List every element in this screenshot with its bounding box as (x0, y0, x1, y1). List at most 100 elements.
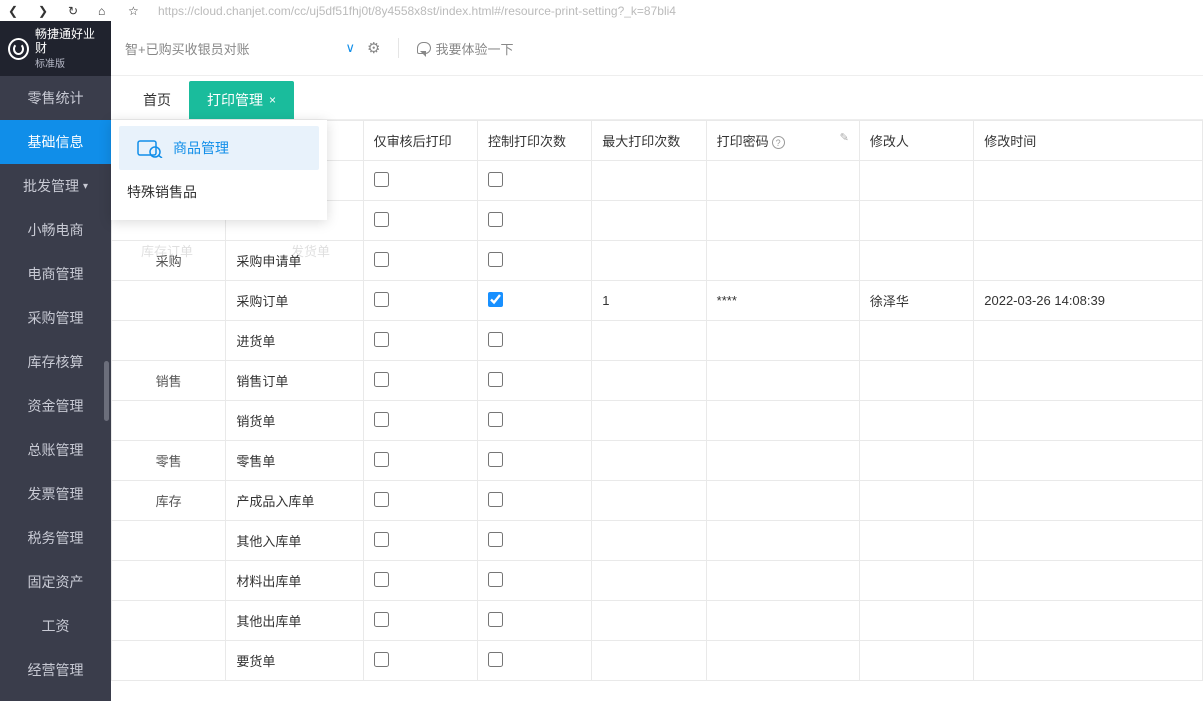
cell-value (974, 561, 1203, 601)
checkbox[interactable] (488, 372, 503, 387)
cell-value (706, 161, 859, 201)
cell-value: 零售 (112, 441, 226, 481)
checkbox[interactable] (488, 332, 503, 347)
sidebar-item[interactable]: 电商管理 (0, 252, 111, 296)
cell-value (592, 201, 706, 241)
sidebar-item[interactable]: 采购管理 (0, 296, 111, 340)
cell-value (706, 561, 859, 601)
checkbox[interactable] (488, 412, 503, 427)
sidebar-item[interactable]: 资金管理 (0, 384, 111, 428)
account-selector[interactable]: 智+已购买收银员对账 ∨ (125, 39, 355, 58)
tab[interactable]: 首页 (125, 81, 189, 119)
url-bar[interactable]: https://cloud.chanjet.com/cc/uj5df51fhj0… (158, 4, 1195, 18)
sidebar-item[interactable]: 零售统计 (0, 76, 111, 120)
column-header: 仅审核后打印 (363, 121, 477, 161)
sidebar-item[interactable]: 小畅电商 (0, 208, 111, 252)
chevron-down-icon: ▾ (83, 181, 88, 192)
cell-value: 采购订单 (226, 281, 363, 321)
star-icon[interactable]: ☆ (128, 4, 144, 18)
sidebar-item[interactable]: 库存核算 (0, 340, 111, 384)
checkbox[interactable] (374, 532, 389, 547)
checkbox[interactable] (488, 212, 503, 227)
checkbox[interactable] (374, 412, 389, 427)
cell-value: 1 (592, 281, 706, 321)
cell-value (592, 441, 706, 481)
close-icon[interactable]: × (269, 93, 276, 107)
cell-value (859, 521, 973, 561)
cell-value (974, 361, 1203, 401)
cell-value (706, 521, 859, 561)
cell-value (112, 401, 226, 441)
feedback-label: 我要体验一下 (435, 39, 513, 58)
checkbox[interactable] (488, 652, 503, 667)
content-area: 单据销售发票库存订单发货单 商品管理特殊销售品 仅审核后打印控制打印次数最大打印… (111, 120, 1203, 701)
checkbox[interactable] (374, 572, 389, 587)
table-row: 进货单 (112, 321, 1203, 361)
cell-value (859, 361, 973, 401)
sidebar-item[interactable]: 总账管理 (0, 428, 111, 472)
sidebar-scrollbar[interactable] (104, 361, 109, 421)
checkbox[interactable] (374, 372, 389, 387)
flyout-item[interactable]: 特殊销售品 (111, 170, 327, 214)
checkbox[interactable] (488, 532, 503, 547)
flyout-item[interactable]: 商品管理 (119, 126, 319, 170)
brand-logo-icon (8, 38, 29, 60)
checkbox[interactable] (488, 172, 503, 187)
cell-value (859, 401, 973, 441)
forward-icon[interactable]: ❯ (38, 4, 54, 18)
edit-icon[interactable]: ✎ (840, 131, 849, 144)
checkbox[interactable] (488, 492, 503, 507)
checkbox[interactable] (488, 252, 503, 267)
cell-value (706, 481, 859, 521)
checkbox[interactable] (488, 452, 503, 467)
gear-icon[interactable]: ⚙ (367, 39, 380, 57)
checkbox[interactable] (488, 292, 503, 307)
checkbox[interactable] (488, 612, 503, 627)
column-header: 最大打印次数 (592, 121, 706, 161)
cell-value (592, 161, 706, 201)
cell-value (859, 441, 973, 481)
feedback-link[interactable]: 我要体验一下 (417, 39, 513, 58)
home-icon[interactable]: ⌂ (98, 4, 114, 18)
cell-value (859, 321, 973, 361)
help-icon[interactable]: ? (772, 136, 785, 149)
checkbox[interactable] (374, 212, 389, 227)
checkbox[interactable] (488, 572, 503, 587)
cell-value (859, 161, 973, 201)
sidebar-item[interactable]: 工资 (0, 604, 111, 648)
tab-bar: 首页打印管理× (111, 76, 1203, 120)
brand-block: 畅捷通好业财 标准版 (0, 21, 111, 76)
sidebar-item[interactable]: 批发管理▾ (0, 164, 111, 208)
cell-value (592, 601, 706, 641)
cell-value (974, 481, 1203, 521)
cell-value (112, 641, 226, 681)
sidebar-item[interactable]: 税务管理 (0, 516, 111, 560)
checkbox[interactable] (374, 492, 389, 507)
back-icon[interactable]: ❮ (8, 4, 24, 18)
table-row: 其他入库单 (112, 521, 1203, 561)
column-header: 打印密码?✎ (706, 121, 859, 161)
refresh-icon[interactable]: ↻ (68, 4, 84, 18)
checkbox[interactable] (374, 332, 389, 347)
cell-value: 要货单 (226, 641, 363, 681)
checkbox[interactable] (374, 172, 389, 187)
table-row: 采购订单1****徐泽华2022-03-26 14:08:39 (112, 281, 1203, 321)
checkbox[interactable] (374, 612, 389, 627)
cell-value (112, 281, 226, 321)
sidebar-item[interactable]: 基础信息 (0, 120, 111, 164)
checkbox[interactable] (374, 452, 389, 467)
cell-value: 销货单 (226, 401, 363, 441)
tab[interactable]: 打印管理× (189, 81, 294, 119)
checkbox[interactable] (374, 652, 389, 667)
cell-value (592, 361, 706, 401)
checkbox[interactable] (374, 292, 389, 307)
cell-value (859, 561, 973, 601)
brand-name: 畅捷通好业财 (35, 27, 103, 56)
sidebar-item[interactable]: 经营管理 (0, 648, 111, 692)
cell-value (974, 641, 1203, 681)
cell-value: 销售订单 (226, 361, 363, 401)
cell-value (112, 601, 226, 641)
checkbox[interactable] (374, 252, 389, 267)
sidebar-item[interactable]: 固定资产 (0, 560, 111, 604)
sidebar-item[interactable]: 发票管理 (0, 472, 111, 516)
